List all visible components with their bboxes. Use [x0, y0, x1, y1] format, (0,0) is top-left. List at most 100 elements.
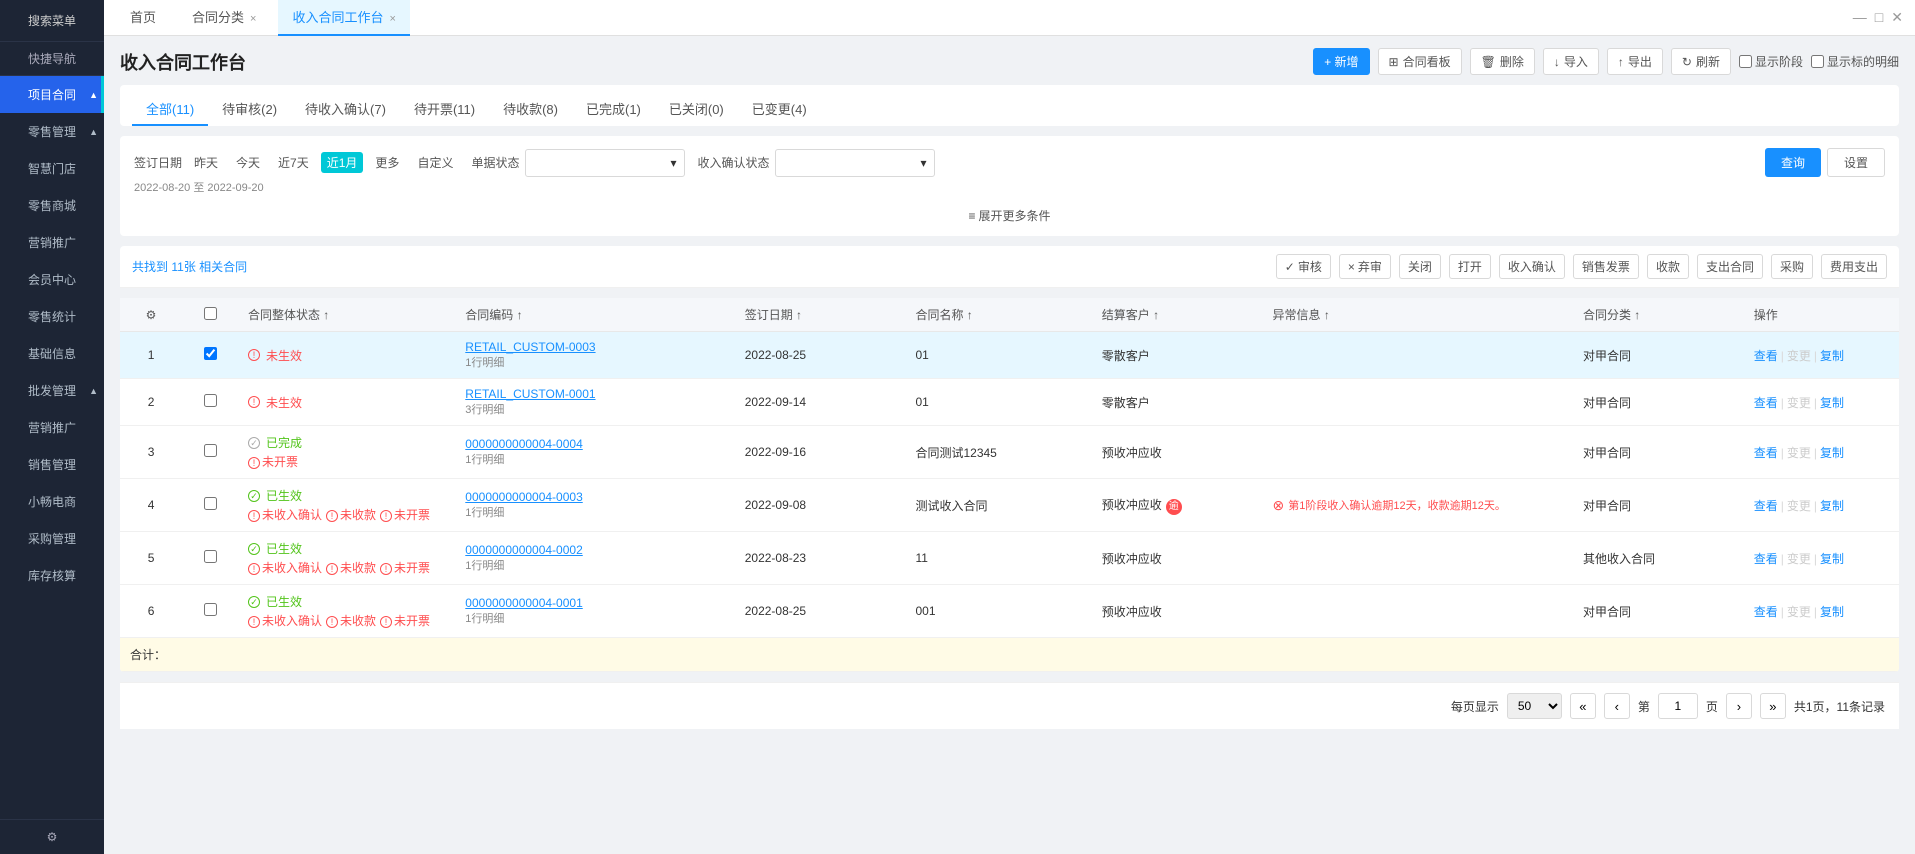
filter-tab-all[interactable]: 全部(11) — [132, 93, 208, 126]
export-button[interactable]: ↑ 导出 — [1607, 48, 1663, 75]
last-page-btn[interactable]: » — [1760, 693, 1786, 719]
row-action-查看[interactable]: 查看 — [1754, 446, 1778, 460]
date-opt-last7[interactable]: 近7天 — [272, 152, 315, 173]
code-link[interactable]: 0000000000004-0004 — [465, 437, 582, 451]
filter-tab-closed[interactable]: 已关闭(0) — [655, 93, 738, 126]
row-checkbox[interactable] — [204, 444, 217, 457]
row-action-查看[interactable]: 查看 — [1754, 605, 1778, 619]
filter-tab-completed[interactable]: 已完成(1) — [572, 93, 655, 126]
filter-tab-pending_payment[interactable]: 待收款(8) — [489, 93, 572, 126]
select-all-checkbox[interactable] — [204, 307, 217, 320]
row-checkbox[interactable] — [204, 394, 217, 407]
filter-tab-pending_review[interactable]: 待审核(2) — [208, 93, 291, 126]
toolbar-action-abandon[interactable]: ×弃审 — [1339, 254, 1391, 279]
settings-button[interactable]: 设置 — [1827, 148, 1885, 177]
sidebar-item-smart[interactable]: 智慧门店 — [0, 150, 104, 187]
row-action-变更[interactable]: 变更 — [1787, 605, 1811, 619]
row-action-变更[interactable]: 变更 — [1787, 499, 1811, 513]
sidebar-item-sales[interactable]: 销售管理 — [0, 446, 104, 483]
minimize-btn[interactable]: — — [1853, 9, 1867, 26]
code-link[interactable]: RETAIL_CUSTOM-0001 — [465, 387, 595, 401]
row-action-变更[interactable]: 变更 — [1787, 446, 1811, 460]
row-action-查看[interactable]: 查看 — [1754, 552, 1778, 566]
toolbar-action-expense_contract[interactable]: 支出合同 — [1697, 254, 1763, 279]
prev-page-btn[interactable]: ‹ — [1604, 693, 1630, 719]
show-detail-checkbox[interactable]: 显示标的明细 — [1811, 53, 1899, 70]
row-action-查看[interactable]: 查看 — [1754, 396, 1778, 410]
row-action-复制[interactable]: 复制 — [1820, 349, 1844, 363]
date-opt-more[interactable]: 更多 — [369, 152, 405, 173]
next-page-btn[interactable]: › — [1726, 693, 1752, 719]
import-button[interactable]: ↓ 导入 — [1543, 48, 1599, 75]
row-action-变更[interactable]: 变更 — [1787, 552, 1811, 566]
sidebar-item-xiaochangec[interactable]: 小畅电商 — [0, 483, 104, 520]
row-action-复制[interactable]: 复制 — [1820, 396, 1844, 410]
maximize-btn[interactable]: □ — [1875, 9, 1883, 26]
close-tab-income-workbench[interactable]: × — [389, 13, 395, 25]
col-checkbox[interactable] — [182, 298, 238, 332]
income-confirm-select[interactable]: ▾ — [775, 149, 935, 177]
expand-conditions-btn[interactable]: ≡ 展开更多条件 — [968, 207, 1050, 224]
code-link[interactable]: 0000000000004-0003 — [465, 490, 582, 504]
sidebar-item-inventory[interactable]: 库存核算 — [0, 557, 104, 594]
toolbar-action-expense_out[interactable]: 费用支出 — [1821, 254, 1887, 279]
toolbar-action-print[interactable]: 打开 — [1449, 254, 1491, 279]
top-tab-home[interactable]: 首页 — [116, 0, 170, 36]
page-size-select[interactable]: 102050100 — [1507, 693, 1562, 719]
toolbar-action-payment[interactable]: 收款 — [1647, 254, 1689, 279]
top-tab-income-workbench[interactable]: 收入合同工作台× — [278, 0, 409, 36]
row-checkbox[interactable] — [204, 603, 217, 616]
sidebar-item-wmarketing[interactable]: 营销推广 — [0, 409, 104, 446]
filter-tab-pending_invoice[interactable]: 待开票(11) — [400, 93, 489, 126]
row-action-查看[interactable]: 查看 — [1754, 349, 1778, 363]
date-opt-last1month[interactable]: 近1月 — [321, 152, 364, 173]
code-link[interactable]: 0000000000004-0002 — [465, 543, 582, 557]
doc-status-select[interactable]: ▾ — [525, 149, 685, 177]
close-btn[interactable]: ✕ — [1891, 9, 1903, 26]
row-action-复制[interactable]: 复制 — [1820, 605, 1844, 619]
sidebar-item-member[interactable]: 会员中心 — [0, 261, 104, 298]
code-link[interactable]: RETAIL_CUSTOM-0003 — [465, 340, 595, 354]
row-checkbox[interactable] — [204, 497, 217, 510]
row-action-复制[interactable]: 复制 — [1820, 499, 1844, 513]
toolbar-action-close[interactable]: 关闭 — [1399, 254, 1441, 279]
row-action-查看[interactable]: 查看 — [1754, 499, 1778, 513]
filter-tab-pending_income_confirm[interactable]: 待收入确认(7) — [291, 93, 400, 126]
col-settings[interactable]: ⚙ — [120, 298, 182, 332]
sidebar-item-marketing[interactable]: 营销推广 — [0, 224, 104, 261]
row-checkbox[interactable] — [204, 550, 217, 563]
sidebar-item-stats[interactable]: 零售统计 — [0, 298, 104, 335]
page-input[interactable] — [1658, 693, 1698, 719]
row-action-变更[interactable]: 变更 — [1787, 349, 1811, 363]
query-button[interactable]: 查询 — [1765, 148, 1821, 177]
close-tab-contract-type[interactable]: × — [250, 13, 256, 25]
refresh-button[interactable]: ↻ 刷新 — [1671, 48, 1731, 75]
code-link[interactable]: 0000000000004-0001 — [465, 596, 582, 610]
sidebar-item-shop[interactable]: 零售商城 — [0, 187, 104, 224]
filter-tab-changed[interactable]: 已变更(4) — [738, 93, 821, 126]
date-opt-yesterday[interactable]: 昨天 — [188, 152, 224, 173]
row-action-复制[interactable]: 复制 — [1820, 446, 1844, 460]
sidebar-nav[interactable]: 快捷导航 — [0, 42, 104, 76]
toolbar-action-review[interactable]: ✓审核 — [1276, 254, 1331, 279]
date-opt-custom[interactable]: 自定义 — [411, 152, 459, 173]
dashboard-button[interactable]: ⊞ 合同看板 — [1378, 48, 1462, 75]
show-stage-checkbox[interactable]: 显示阶段 — [1739, 53, 1803, 70]
sidebar-item-wholesale[interactable]: 批发管理▲ — [0, 372, 104, 409]
sidebar-item-basic[interactable]: 基础信息 — [0, 335, 104, 372]
date-opt-today[interactable]: 今天 — [230, 152, 266, 173]
row-action-复制[interactable]: 复制 — [1820, 552, 1844, 566]
toolbar-action-income_confirm[interactable]: 收入确认 — [1499, 254, 1565, 279]
sidebar-item-retail[interactable]: 零售管理▲ — [0, 113, 104, 150]
delete-button[interactable]: 🗑 删除 — [1470, 48, 1535, 75]
top-tab-contract-type[interactable]: 合同分类× — [178, 0, 270, 36]
sidebar-search[interactable]: 搜索菜单 — [0, 0, 104, 42]
settings-icon[interactable]: ⚙ — [0, 819, 104, 854]
toolbar-action-purchase[interactable]: 采购 — [1771, 254, 1813, 279]
sidebar-item-purchase[interactable]: 采购管理 — [0, 520, 104, 557]
row-checkbox[interactable] — [204, 347, 217, 360]
toolbar-action-sales_invoice[interactable]: 销售发票 — [1573, 254, 1639, 279]
row-action-变更[interactable]: 变更 — [1787, 396, 1811, 410]
first-page-btn[interactable]: « — [1570, 693, 1596, 719]
new-button[interactable]: + 新增 — [1313, 48, 1369, 75]
